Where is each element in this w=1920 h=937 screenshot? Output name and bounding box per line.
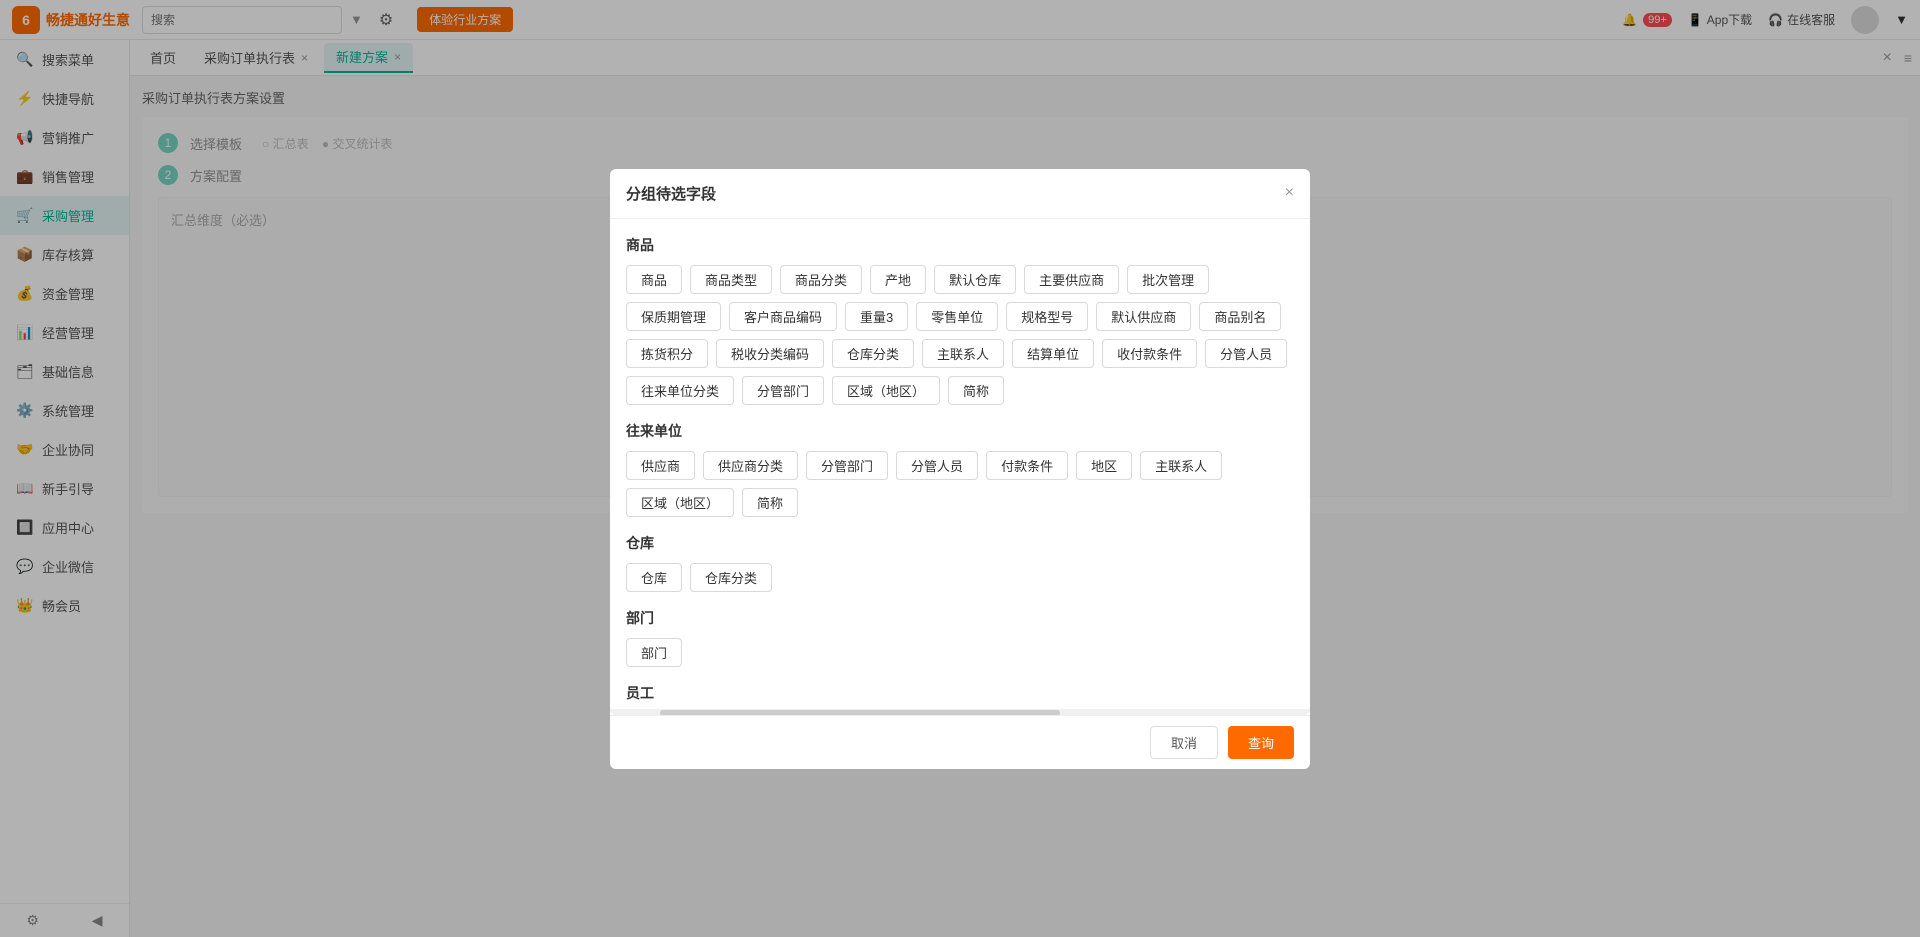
field-group-dept: 部门 部门	[626, 608, 1294, 667]
field-group-warehouse: 仓库 仓库 仓库分类	[626, 533, 1294, 592]
field-chip-main-supplier[interactable]: 主要供应商	[1024, 265, 1119, 294]
modal-dialog: 分组待选字段 × 商品 商品 商品类型 商品分类 产地 默认仓库 主要供应商 批…	[610, 169, 1310, 769]
modal-title: 分组待选字段	[626, 183, 716, 204]
modal-footer: 取消 查询	[610, 715, 1310, 769]
modal-header: 分组待选字段 ×	[610, 169, 1310, 219]
field-chips-partner: 供应商 供应商分类 分管部门 分管人员 付款条件 地区 主联系人 区域（地区） …	[626, 451, 1294, 517]
field-chip-pay-terms[interactable]: 付款条件	[986, 451, 1068, 480]
field-chip-spec-model[interactable]: 规格型号	[1006, 302, 1088, 331]
field-chip-weight3[interactable]: 重量3	[845, 302, 908, 331]
field-chip-supplier-category[interactable]: 供应商分类	[703, 451, 798, 480]
field-chip-region[interactable]: 区域（地区）	[832, 376, 940, 405]
field-group-partner: 往来单位 供应商 供应商分类 分管部门 分管人员 付款条件 地区 主联系人 区域…	[626, 421, 1294, 517]
field-chip-short-name[interactable]: 简称	[948, 376, 1004, 405]
field-chip-partner-region[interactable]: 区域（地区）	[626, 488, 734, 517]
field-group-partner-title: 往来单位	[626, 421, 1294, 441]
field-chip-partner-supervisor[interactable]: 分管人员	[896, 451, 978, 480]
field-group-staff: 员工 业务员	[626, 683, 1294, 709]
field-chip-retail-unit[interactable]: 零售单位	[916, 302, 998, 331]
field-group-staff-title: 员工	[626, 683, 1294, 703]
field-chip-tax-code[interactable]: 税收分类编码	[716, 339, 824, 368]
field-chip-alias[interactable]: 商品别名	[1199, 302, 1281, 331]
field-chip-dept-supervisor[interactable]: 分管部门	[742, 376, 824, 405]
field-chip-main-contact[interactable]: 主联系人	[922, 339, 1004, 368]
field-chips-warehouse: 仓库 仓库分类	[626, 563, 1294, 592]
field-chip-batch-mgmt[interactable]: 批次管理	[1127, 265, 1209, 294]
field-chip-district[interactable]: 地区	[1076, 451, 1132, 480]
field-chip-warehouse-category2[interactable]: 仓库分类	[690, 563, 772, 592]
field-chip-pick-score[interactable]: 拣货积分	[626, 339, 708, 368]
field-chips-goods: 商品 商品类型 商品分类 产地 默认仓库 主要供应商 批次管理 保质期管理 客户…	[626, 265, 1294, 405]
field-chip-warehouse-category[interactable]: 仓库分类	[832, 339, 914, 368]
confirm-button[interactable]: 查询	[1228, 726, 1294, 759]
field-chip-payment-terms[interactable]: 收付款条件	[1102, 339, 1197, 368]
modal-overlay: 分组待选字段 × 商品 商品 商品类型 商品分类 产地 默认仓库 主要供应商 批…	[0, 0, 1920, 937]
field-chip-supervisor[interactable]: 分管人员	[1205, 339, 1287, 368]
field-chip-origin[interactable]: 产地	[870, 265, 926, 294]
field-chip-partner-short-name[interactable]: 简称	[742, 488, 798, 517]
field-chip-warehouse[interactable]: 仓库	[626, 563, 682, 592]
field-chip-customer-code[interactable]: 客户商品编码	[729, 302, 837, 331]
field-chip-default-supplier[interactable]: 默认供应商	[1096, 302, 1191, 331]
modal-close-btn[interactable]: ×	[1285, 184, 1294, 202]
modal-hscroll-thumb	[660, 710, 1060, 715]
field-chip-goods-type[interactable]: 商品类型	[690, 265, 772, 294]
field-chip-shelf-life[interactable]: 保质期管理	[626, 302, 721, 331]
field-chips-dept: 部门	[626, 638, 1294, 667]
modal-body: 商品 商品 商品类型 商品分类 产地 默认仓库 主要供应商 批次管理 保质期管理…	[610, 219, 1310, 709]
field-chip-default-warehouse[interactable]: 默认仓库	[934, 265, 1016, 294]
field-chip-goods[interactable]: 商品	[626, 265, 682, 294]
field-chip-partner-contact[interactable]: 主联系人	[1140, 451, 1222, 480]
field-chip-goods-category[interactable]: 商品分类	[780, 265, 862, 294]
field-chip-supplier[interactable]: 供应商	[626, 451, 695, 480]
field-group-warehouse-title: 仓库	[626, 533, 1294, 553]
field-chip-partner-dept[interactable]: 分管部门	[806, 451, 888, 480]
field-chip-settlement-unit[interactable]: 结算单位	[1012, 339, 1094, 368]
field-group-goods: 商品 商品 商品类型 商品分类 产地 默认仓库 主要供应商 批次管理 保质期管理…	[626, 235, 1294, 405]
cancel-button[interactable]: 取消	[1150, 726, 1218, 759]
field-chip-partner-category[interactable]: 往来单位分类	[626, 376, 734, 405]
field-chip-dept[interactable]: 部门	[626, 638, 682, 667]
field-group-dept-title: 部门	[626, 608, 1294, 628]
modal-horizontal-scrollbar[interactable]	[610, 709, 1310, 715]
field-group-goods-title: 商品	[626, 235, 1294, 255]
